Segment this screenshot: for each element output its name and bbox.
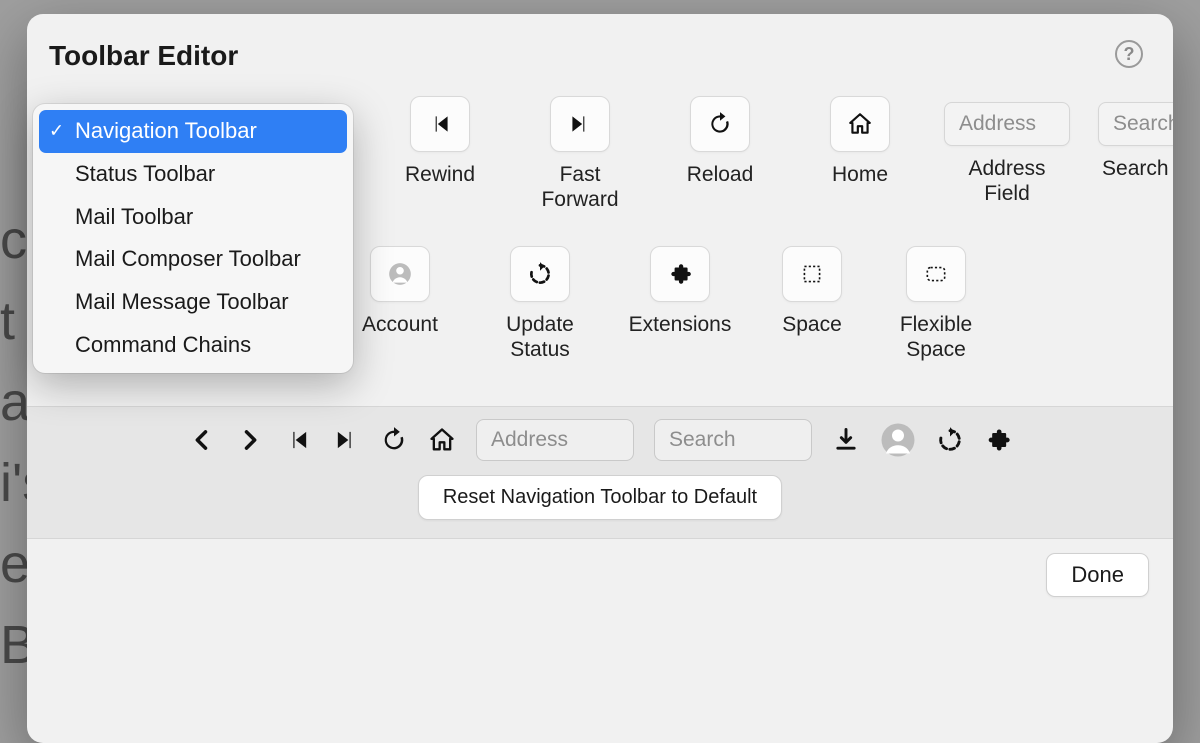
skip-back-icon	[427, 111, 453, 137]
dropdown-item-label: Status Toolbar	[75, 161, 215, 186]
palette-label: Fast Forward	[525, 162, 635, 212]
reset-toolbar-button[interactable]: Reset Navigation Toolbar to Default	[418, 475, 782, 520]
rewind-tile[interactable]	[410, 96, 470, 152]
toolbar-select-dropdown[interactable]: ✓ Navigation Toolbar Status Toolbar Mail To…	[33, 104, 353, 373]
home-icon	[428, 426, 456, 454]
palette-label: Space	[782, 312, 842, 337]
home-icon	[847, 111, 873, 137]
palette-label: Reload	[687, 162, 754, 187]
reload-icon	[380, 426, 408, 454]
palette-item-reload[interactable]: Reload	[665, 96, 775, 218]
flexspace-icon	[923, 261, 949, 287]
dropdown-item-label: Navigation Toolbar	[75, 118, 257, 143]
palette-item-space[interactable]: Space	[765, 246, 859, 368]
update-icon	[527, 261, 553, 287]
search-field-tile[interactable]: Search	[1098, 102, 1173, 146]
update-status-tile[interactable]	[510, 246, 570, 302]
flexible-space-tile[interactable]	[906, 246, 966, 302]
preview-forward-button[interactable]	[236, 426, 264, 454]
dropdown-item-label: Mail Composer Toolbar	[75, 246, 301, 271]
preview-search-field[interactable]: Search	[654, 419, 812, 461]
preview-downloads-button[interactable]	[832, 426, 860, 454]
preview-extensions-button[interactable]	[984, 426, 1012, 454]
home-tile[interactable]	[830, 96, 890, 152]
preview-home-button[interactable]	[428, 426, 456, 454]
palette-item-extensions[interactable]: Extensions	[625, 246, 735, 368]
help-icon[interactable]: ?	[1115, 40, 1143, 68]
palette-label: Flexible Space	[889, 312, 983, 362]
dialog-title: Toolbar Editor	[49, 40, 238, 72]
preview-back-button[interactable]	[188, 426, 216, 454]
dropdown-item-mail-composer-toolbar[interactable]: Mail Composer Toolbar	[39, 238, 347, 281]
palette-label: Account	[362, 312, 438, 337]
check-icon: ✓	[49, 119, 64, 144]
fast-forward-tile[interactable]	[550, 96, 610, 152]
dropdown-item-command-chains[interactable]: Command Chains	[39, 324, 347, 367]
update-icon	[936, 426, 964, 454]
reload-tile[interactable]	[690, 96, 750, 152]
download-icon	[832, 426, 860, 454]
dropdown-item-label: Mail Message Toolbar	[75, 289, 289, 314]
palette-label: Address Field	[945, 156, 1069, 206]
account-tile[interactable]	[370, 246, 430, 302]
preview-reload-button[interactable]	[380, 426, 408, 454]
space-tile[interactable]	[782, 246, 842, 302]
preview-update-button[interactable]	[936, 426, 964, 454]
puzzle-icon	[984, 426, 1012, 454]
space-icon	[799, 261, 825, 287]
chevron-left-icon	[188, 426, 216, 454]
address-field-tile[interactable]: Address	[944, 102, 1070, 146]
chevron-right-icon	[236, 426, 264, 454]
preview-account-button[interactable]	[880, 422, 916, 458]
palette-item-account[interactable]: Account	[345, 246, 455, 368]
preview-address-field[interactable]: Address	[476, 419, 634, 461]
palette-item-update-status[interactable]: Update Status	[485, 246, 595, 368]
palette-item-search-field[interactable]: Search Search Field	[1099, 96, 1173, 218]
skip-forward-icon	[567, 111, 593, 137]
palette-item-home[interactable]: Home	[805, 96, 915, 218]
dropdown-item-mail-message-toolbar[interactable]: Mail Message Toolbar	[39, 281, 347, 324]
preview-fast-forward-button[interactable]	[332, 426, 360, 454]
palette-item-fast-forward[interactable]: Fast Forward	[525, 96, 635, 218]
palette-item-flexible-space[interactable]: Flexible Space	[889, 246, 983, 368]
reload-icon	[707, 111, 733, 137]
palette-label: Update Status	[485, 312, 595, 362]
done-button[interactable]: Done	[1046, 553, 1149, 597]
skip-back-icon	[284, 426, 312, 454]
dropdown-item-label: Command Chains	[75, 332, 251, 357]
skip-forward-icon	[332, 426, 360, 454]
account-grey-icon	[880, 422, 916, 458]
extensions-tile[interactable]	[650, 246, 710, 302]
toolbar-preview: Address Search Reset Navigation Toolbar t…	[27, 406, 1173, 539]
palette-label: Extensions	[629, 312, 732, 337]
palette-label: Search Field	[1102, 156, 1173, 181]
dropdown-item-label: Mail Toolbar	[75, 204, 193, 229]
dropdown-item-navigation-toolbar[interactable]: ✓ Navigation Toolbar	[39, 110, 347, 153]
puzzle-icon	[667, 261, 693, 287]
palette-label: Rewind	[405, 162, 475, 187]
preview-rewind-button[interactable]	[284, 426, 312, 454]
palette-item-rewind[interactable]: Rewind	[385, 96, 495, 218]
palette-label: Home	[832, 162, 888, 187]
dropdown-item-mail-toolbar[interactable]: Mail Toolbar	[39, 196, 347, 239]
account-grey-icon	[387, 261, 413, 287]
palette-item-address-field[interactable]: Address Address Field	[945, 96, 1069, 218]
dropdown-item-status-toolbar[interactable]: Status Toolbar	[39, 153, 347, 196]
